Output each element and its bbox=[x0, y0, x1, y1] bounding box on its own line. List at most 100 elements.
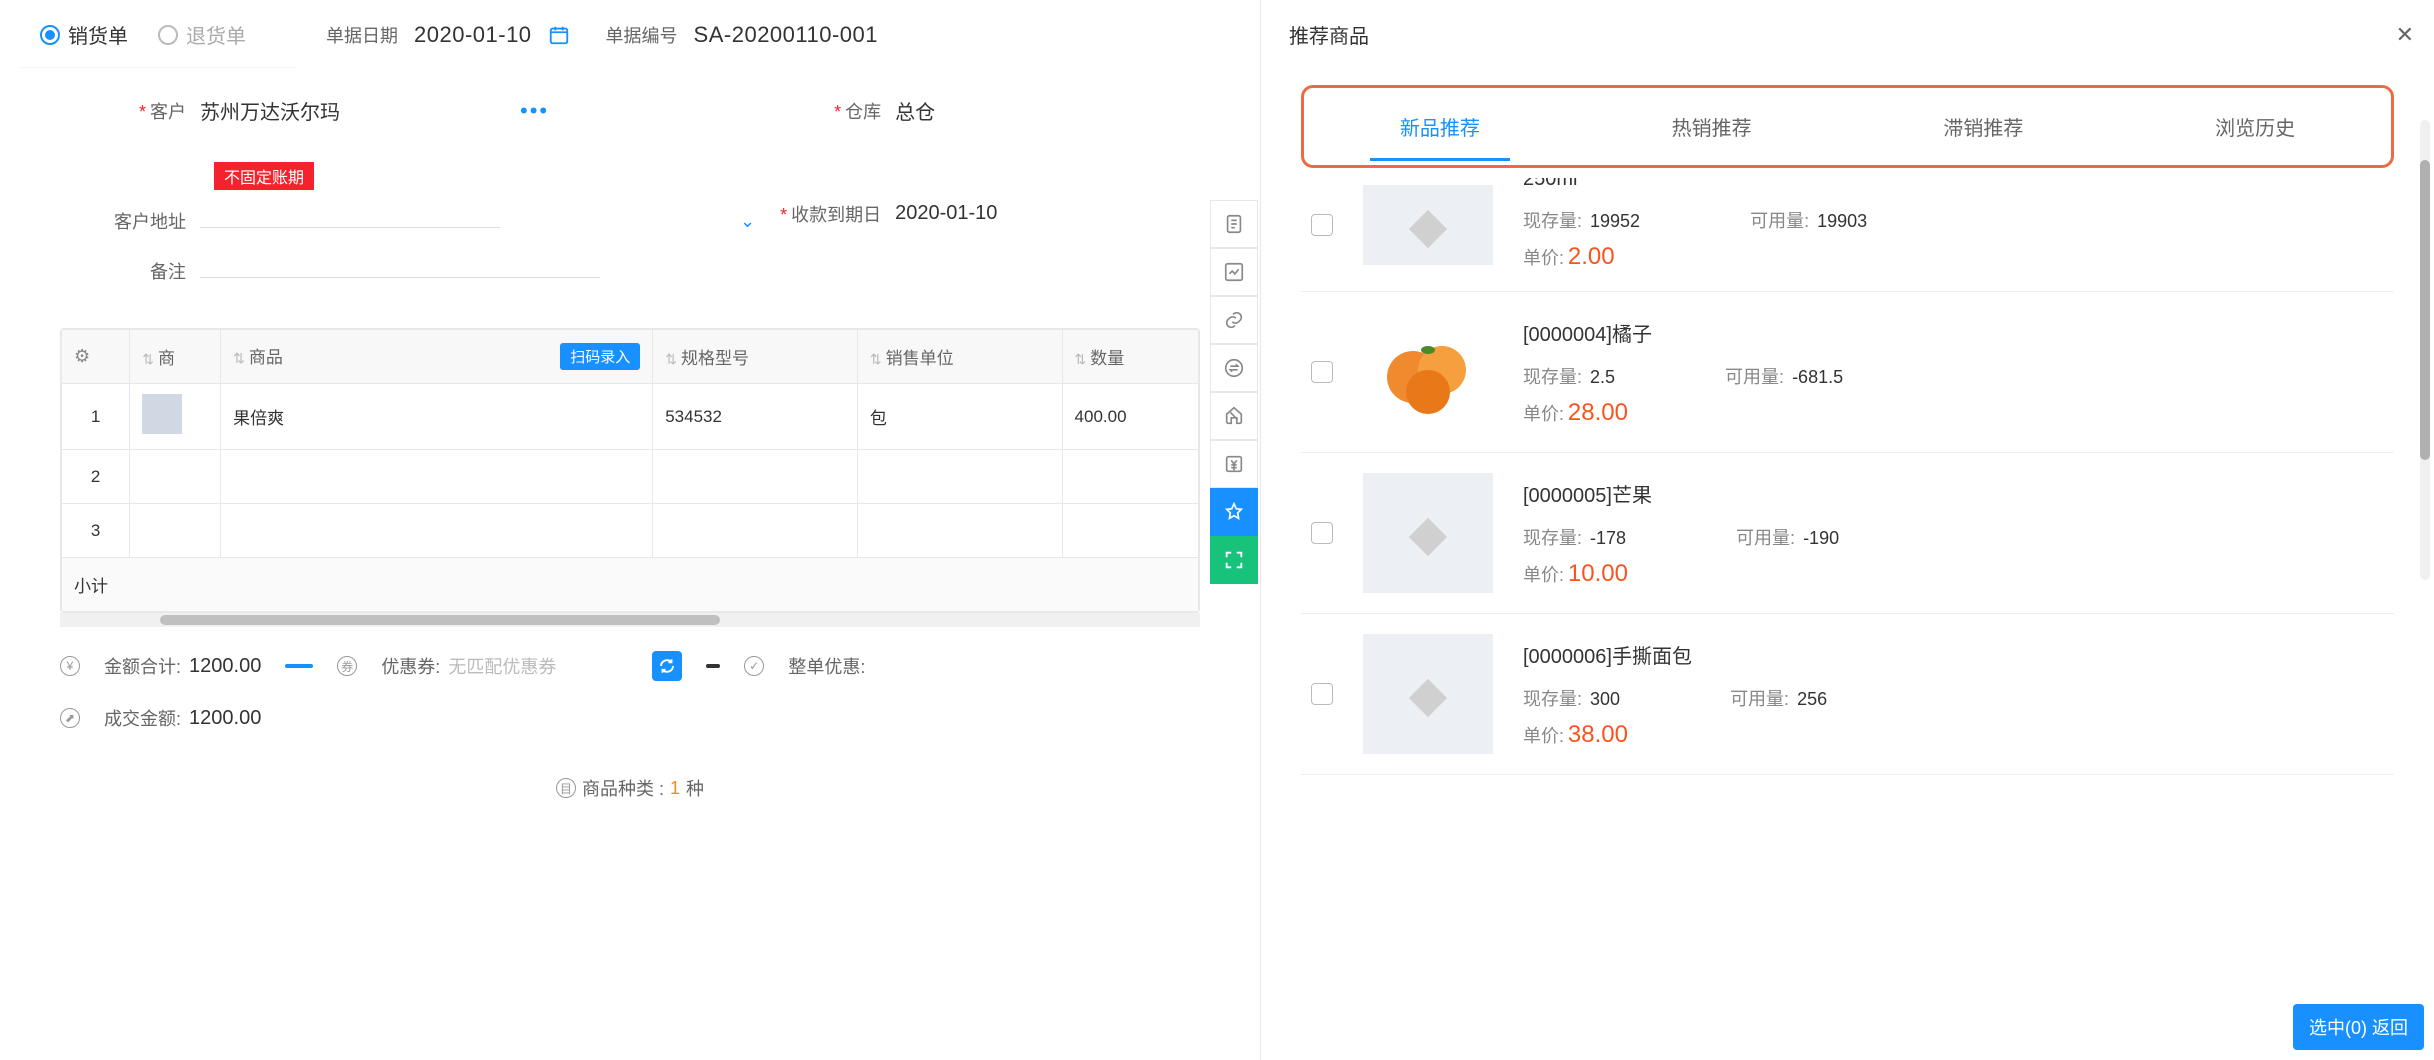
remark-label: 备注 bbox=[60, 258, 200, 284]
sku-unit: 种 bbox=[686, 775, 704, 801]
chevron-down-icon[interactable]: ⌄ bbox=[740, 211, 755, 232]
tab-return-label: 退货单 bbox=[186, 20, 246, 49]
rail-link-icon[interactable] bbox=[1210, 296, 1258, 344]
doc-no-value: SA-20200110-001 bbox=[694, 22, 878, 48]
table-row[interactable]: 2 bbox=[62, 450, 1199, 504]
customer-label: 客户 bbox=[60, 98, 200, 124]
item-checkbox[interactable] bbox=[1311, 361, 1333, 383]
line-items-table: ⚙ 商 商品 扫码录入 规格型号 销售单位 数量 1 果倍爽 534532 包 … bbox=[60, 328, 1200, 613]
tab-browse-history[interactable]: 浏览历史 bbox=[2119, 96, 2391, 157]
cell-qty[interactable]: 400.00 bbox=[1062, 384, 1198, 450]
sku-label: 商品种类 : bbox=[582, 775, 664, 801]
tab-new-recommend[interactable]: 新品推荐 bbox=[1304, 96, 1576, 157]
address-input[interactable] bbox=[200, 215, 500, 228]
customer-value[interactable]: 苏州万达沃尔玛 bbox=[200, 90, 460, 132]
avail-value: -681.5 bbox=[1792, 367, 1843, 387]
list-item[interactable]: [0000004]橘子 现存量:2.5 可用量:-681.5 单价: 28.00 bbox=[1301, 292, 2394, 453]
deal-label: 成交金额: bbox=[104, 705, 181, 731]
horizontal-scrollbar[interactable] bbox=[60, 613, 1200, 627]
tab-slow-recommend[interactable]: 滞销推荐 bbox=[1848, 96, 2120, 157]
list-item[interactable]: ◆ 250ml 现存量:19952 可用量:19903 单价: 2.00 bbox=[1301, 178, 2394, 292]
radio-on-icon bbox=[40, 25, 60, 45]
rail-doc-icon[interactable] bbox=[1210, 200, 1258, 248]
warehouse-value[interactable]: 总仓 bbox=[895, 90, 1155, 132]
stock-value: 2.5 bbox=[1590, 367, 1615, 387]
item-name: [0000006]手撕面包 bbox=[1523, 640, 2384, 669]
cell-unit[interactable]: 包 bbox=[857, 384, 1062, 450]
tab-hot-recommend[interactable]: 热销推荐 bbox=[1576, 96, 1848, 157]
avail-value: 19903 bbox=[1817, 211, 1867, 231]
recommend-panel-title: 推荐商品 bbox=[1261, 0, 2434, 69]
col-name[interactable]: 商品 bbox=[233, 348, 283, 367]
subtotal-row: 小计 bbox=[62, 558, 1199, 612]
item-name: [0000004]橘子 bbox=[1523, 318, 2384, 347]
avail-label: 可用量: bbox=[1750, 211, 1809, 231]
yen-icon: ¥ bbox=[60, 656, 80, 676]
subtotal-label: 小计 bbox=[62, 558, 1199, 612]
due-date-label: 收款到期日 bbox=[755, 201, 895, 227]
account-period-badge: 不固定账期 bbox=[214, 162, 314, 190]
table-row[interactable]: 1 果倍爽 534532 包 400.00 bbox=[62, 384, 1199, 450]
due-date-value[interactable]: 2020-01-10 bbox=[895, 196, 1155, 232]
stock-value: 300 bbox=[1590, 689, 1620, 709]
avail-value: 256 bbox=[1797, 689, 1827, 709]
close-icon[interactable]: ✕ bbox=[2396, 22, 2414, 48]
rail-swap-icon[interactable] bbox=[1210, 344, 1258, 392]
amount-label: 金额合计: bbox=[104, 653, 181, 679]
col-img[interactable]: 商 bbox=[142, 349, 175, 368]
price-label: 单价: bbox=[1523, 726, 1564, 746]
recommend-list: ◆ 250ml 现存量: 19952 可用量: 19903 单价: 2.00 [00… bbox=[1261, 178, 2434, 1060]
stock-value: 19952 bbox=[1590, 211, 1640, 231]
discount-icon: ✓ bbox=[744, 656, 764, 676]
address-label: 客户地址 bbox=[60, 208, 200, 234]
customer-lookup-icon[interactable]: ••• bbox=[520, 98, 549, 124]
col-spec[interactable]: 规格型号 bbox=[665, 349, 749, 368]
coupon-placeholder[interactable]: 无匹配优惠券 bbox=[448, 653, 628, 679]
radio-off-icon bbox=[158, 25, 178, 45]
scan-input-button[interactable]: 扫码录入 bbox=[560, 343, 640, 370]
cell-spec[interactable]: 534532 bbox=[653, 384, 858, 450]
item-checkbox[interactable] bbox=[1311, 683, 1333, 705]
price-label: 单价: bbox=[1523, 565, 1564, 585]
select-return-button[interactable]: 选中(0) 返回 bbox=[2293, 1004, 2424, 1050]
col-qty[interactable]: 数量 bbox=[1075, 349, 1125, 368]
rail-star-icon[interactable] bbox=[1210, 488, 1258, 536]
item-checkbox[interactable] bbox=[1311, 214, 1333, 236]
product-image-placeholder-icon: ◆ bbox=[1363, 473, 1493, 593]
product-thumb-icon bbox=[142, 394, 182, 434]
table-row[interactable]: 3 bbox=[62, 504, 1199, 558]
rail-expand-icon[interactable] bbox=[1210, 536, 1258, 584]
row-index: 1 bbox=[62, 384, 130, 450]
calendar-icon[interactable] bbox=[548, 24, 570, 46]
list-item[interactable]: ◆ [0000005]芒果 现存量:-178 可用量:-190 单价: 10.0… bbox=[1301, 453, 2394, 614]
stock-label: 现存量: bbox=[1523, 689, 1582, 709]
refresh-coupon-button[interactable] bbox=[652, 651, 682, 681]
stock-label: 现存量: bbox=[1523, 528, 1582, 548]
product-image-placeholder-icon: ◆ bbox=[1363, 185, 1493, 265]
stock-label: 现存量: bbox=[1523, 367, 1582, 387]
col-unit[interactable]: 销售单位 bbox=[870, 349, 954, 368]
rail-dislike-icon[interactable] bbox=[1210, 392, 1258, 440]
avail-label: 可用量: bbox=[1730, 689, 1789, 709]
rail-currency-icon[interactable] bbox=[1210, 440, 1258, 488]
price-value: 2.00 bbox=[1568, 243, 1615, 270]
doc-date-value[interactable]: 2020-01-10 bbox=[414, 22, 532, 48]
row-index: 3 bbox=[62, 504, 130, 558]
cell-name[interactable]: 果倍爽 bbox=[221, 384, 653, 450]
gear-icon[interactable]: ⚙ bbox=[74, 346, 90, 366]
avail-label: 可用量: bbox=[1736, 528, 1795, 548]
remark-input[interactable] bbox=[200, 265, 600, 278]
item-name: 250ml bbox=[1523, 178, 2384, 191]
tab-sales-order[interactable]: 销货单 bbox=[40, 20, 128, 49]
price-value: 28.00 bbox=[1568, 399, 1628, 426]
tab-return-order[interactable]: 退货单 bbox=[158, 20, 246, 49]
minus-icon bbox=[706, 664, 720, 668]
coupon-icon: 券 bbox=[337, 656, 357, 676]
row-index: 2 bbox=[62, 450, 130, 504]
tab-sales-label: 销货单 bbox=[68, 20, 128, 49]
vertical-scrollbar[interactable] bbox=[2420, 120, 2430, 580]
rail-chart-icon[interactable] bbox=[1210, 248, 1258, 296]
list-item[interactable]: ◆ [0000006]手撕面包 现存量:300 可用量:256 单价: 38.0… bbox=[1301, 614, 2394, 775]
item-checkbox[interactable] bbox=[1311, 522, 1333, 544]
sku-icon: 目 bbox=[556, 778, 576, 798]
